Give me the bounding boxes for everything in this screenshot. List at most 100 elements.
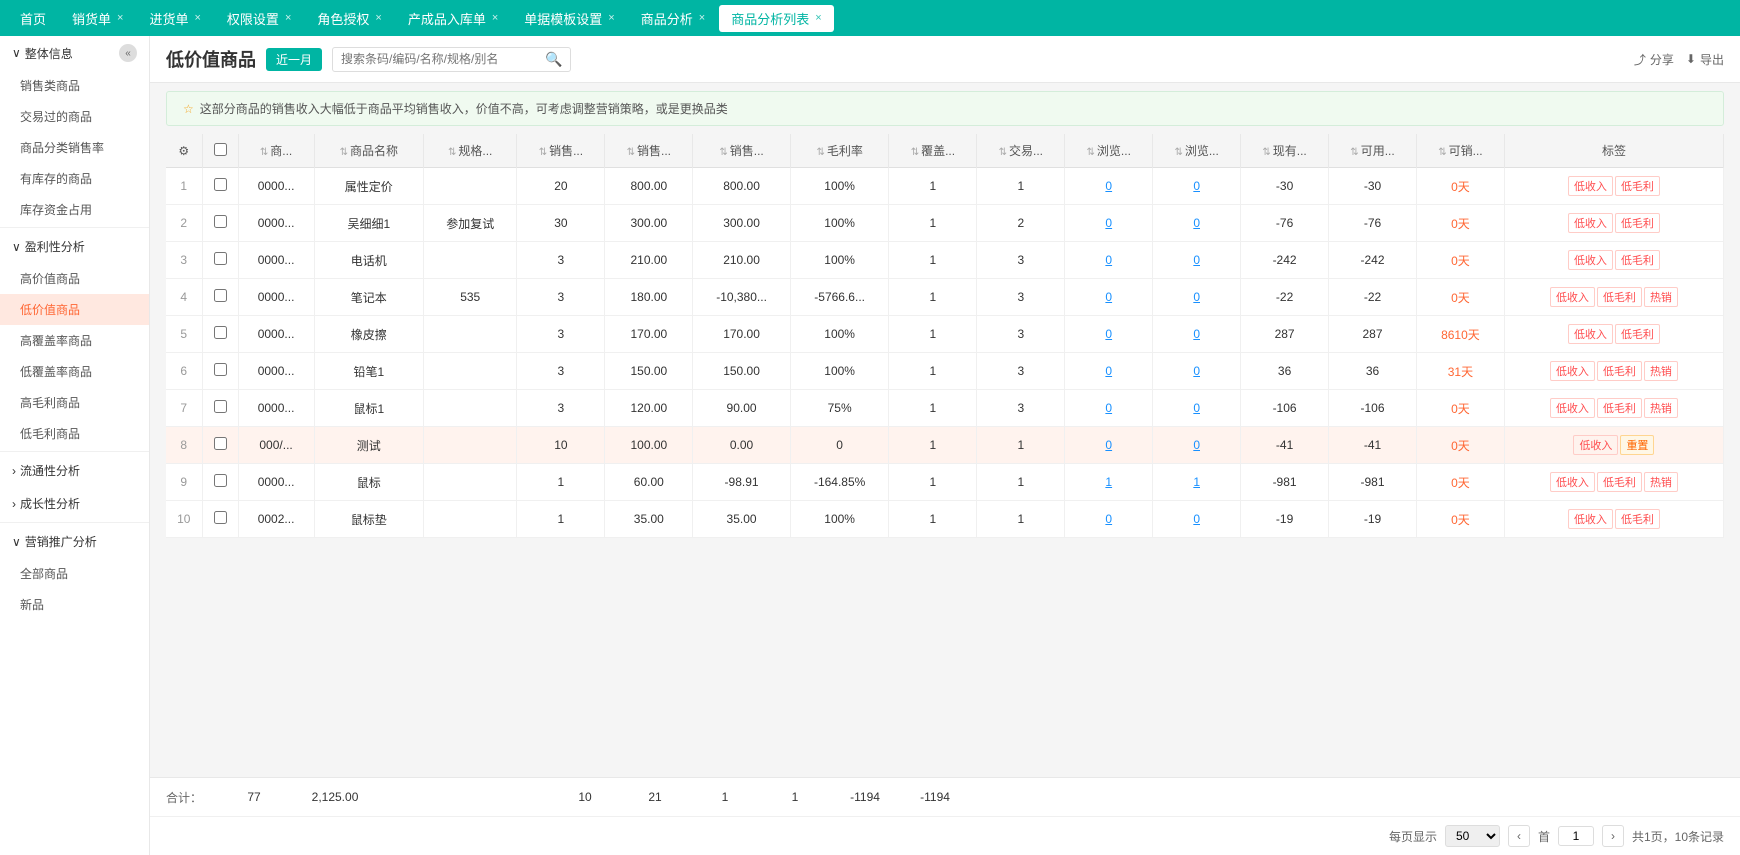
nav-product-analysis[interactable]: 商品分析 × bbox=[629, 5, 717, 32]
sidebar-item-low-margin[interactable]: 低毛利商品 bbox=[0, 418, 149, 449]
row-checkbox[interactable] bbox=[214, 178, 227, 191]
table-container[interactable]: ⚙ ⇅商... ⇅商品名称 ⇅规格... ⇅销售... ⇅销售... ⇅销售..… bbox=[150, 134, 1740, 777]
nav-close-icon[interactable]: × bbox=[815, 12, 821, 24]
nav-role-auth[interactable]: 角色授权 × bbox=[305, 5, 393, 32]
search-icon[interactable]: 🔍 bbox=[545, 51, 562, 68]
sidebar-section-profit[interactable]: ∨ 盈利性分析 bbox=[0, 230, 149, 263]
sidebar-item-low-value[interactable]: 低价值商品 bbox=[0, 294, 149, 325]
browse-link[interactable]: 0 bbox=[1193, 438, 1200, 452]
browse-link[interactable]: 0 bbox=[1193, 216, 1200, 230]
row-checkbox-cell[interactable] bbox=[202, 353, 238, 390]
browse-link[interactable]: 0 bbox=[1105, 327, 1112, 341]
nav-sales-order[interactable]: 销货单 × bbox=[60, 5, 135, 32]
row-checkbox-cell[interactable] bbox=[202, 242, 238, 279]
row-checkbox[interactable] bbox=[214, 437, 227, 450]
browse-link[interactable]: 0 bbox=[1105, 290, 1112, 304]
browse-link[interactable]: 0 bbox=[1193, 364, 1200, 378]
row-checkbox[interactable] bbox=[214, 215, 227, 228]
cell-trade: 1 bbox=[977, 168, 1065, 205]
sidebar-section-marketing[interactable]: ∨ 营销推广分析 bbox=[0, 525, 149, 558]
cell-browse1[interactable]: 1 bbox=[1065, 464, 1153, 501]
browse-link[interactable]: 0 bbox=[1105, 253, 1112, 267]
nav-product-warehousing[interactable]: 产成品入库单 × bbox=[396, 5, 510, 32]
row-checkbox[interactable] bbox=[214, 289, 227, 302]
sidebar-item-inventory-capital[interactable]: 库存资金占用 bbox=[0, 194, 149, 225]
sidebar-section-general[interactable]: ∨ 整体信息 « bbox=[0, 36, 149, 70]
sidebar-item-in-stock-goods[interactable]: 有库存的商品 bbox=[0, 163, 149, 194]
nav-purchase-order[interactable]: 进货单 × bbox=[137, 5, 212, 32]
nav-close-icon[interactable]: × bbox=[608, 12, 614, 24]
cell-browse1[interactable]: 0 bbox=[1065, 279, 1153, 316]
browse-link[interactable]: 0 bbox=[1193, 290, 1200, 304]
nav-template-settings[interactable]: 单据模板设置 × bbox=[512, 5, 626, 32]
col-settings[interactable]: ⚙ bbox=[166, 134, 202, 168]
cell-browse1[interactable]: 0 bbox=[1065, 501, 1153, 538]
cell-browse1[interactable]: 0 bbox=[1065, 353, 1153, 390]
cell-browse1[interactable]: 0 bbox=[1065, 316, 1153, 353]
sidebar-item-high-coverage[interactable]: 高覆盖率商品 bbox=[0, 325, 149, 356]
sidebar-item-new-goods[interactable]: 新品 bbox=[0, 589, 149, 620]
sidebar-item-all-goods[interactable]: 全部商品 bbox=[0, 558, 149, 589]
select-all-checkbox[interactable] bbox=[214, 143, 227, 156]
per-page-select[interactable]: 50 100 200 bbox=[1445, 825, 1500, 847]
browse-link[interactable]: 0 bbox=[1193, 179, 1200, 193]
browse-link[interactable]: 0 bbox=[1193, 327, 1200, 341]
browse-link[interactable]: 0 bbox=[1193, 253, 1200, 267]
nav-close-icon[interactable]: × bbox=[117, 12, 123, 24]
browse-link[interactable]: 0 bbox=[1193, 401, 1200, 415]
cell-browse1[interactable]: 0 bbox=[1065, 242, 1153, 279]
sidebar-item-high-value[interactable]: 高价值商品 bbox=[0, 263, 149, 294]
row-checkbox-cell[interactable] bbox=[202, 279, 238, 316]
collapse-button[interactable]: « bbox=[119, 44, 137, 62]
nav-close-icon[interactable]: × bbox=[194, 12, 200, 24]
nav-close-icon[interactable]: × bbox=[492, 12, 498, 24]
browse-link[interactable]: 0 bbox=[1193, 512, 1200, 526]
browse-link[interactable]: 0 bbox=[1105, 512, 1112, 526]
row-checkbox[interactable] bbox=[214, 511, 227, 524]
col-checkbox[interactable] bbox=[202, 134, 238, 168]
search-input[interactable] bbox=[341, 52, 541, 66]
nav-close-icon[interactable]: × bbox=[375, 12, 381, 24]
browse-link[interactable]: 1 bbox=[1105, 475, 1112, 489]
cell-browse1[interactable]: 0 bbox=[1065, 390, 1153, 427]
export-button[interactable]: ⬇ 导出 bbox=[1686, 51, 1724, 68]
sidebar-item-sales-goods[interactable]: 销售类商品 bbox=[0, 70, 149, 101]
sidebar-item-traded-goods[interactable]: 交易过的商品 bbox=[0, 101, 149, 132]
browse-link[interactable]: 0 bbox=[1105, 401, 1112, 415]
row-checkbox[interactable] bbox=[214, 326, 227, 339]
row-checkbox[interactable] bbox=[214, 474, 227, 487]
row-checkbox[interactable] bbox=[214, 363, 227, 376]
share-button[interactable]: ⤴ 分享 bbox=[1634, 51, 1674, 68]
first-page-button[interactable]: ‹ bbox=[1508, 825, 1530, 847]
row-checkbox-cell[interactable] bbox=[202, 316, 238, 353]
row-checkbox-cell[interactable] bbox=[202, 390, 238, 427]
sidebar-item-category-sales-rate[interactable]: 商品分类销售率 bbox=[0, 132, 149, 163]
row-checkbox-cell[interactable] bbox=[202, 205, 238, 242]
nav-close-icon[interactable]: × bbox=[699, 12, 705, 24]
cell-browse1[interactable]: 0 bbox=[1065, 168, 1153, 205]
row-checkbox-cell[interactable] bbox=[202, 464, 238, 501]
nav-product-analysis-list[interactable]: 商品分析列表 × bbox=[719, 5, 833, 32]
browse-link[interactable]: 1 bbox=[1193, 475, 1200, 489]
browse-link[interactable]: 0 bbox=[1105, 216, 1112, 230]
browse-link[interactable]: 0 bbox=[1105, 438, 1112, 452]
row-checkbox[interactable] bbox=[214, 252, 227, 265]
date-filter-button[interactable]: 近一月 bbox=[266, 48, 322, 71]
nav-close-icon[interactable]: × bbox=[285, 12, 291, 24]
page-number-input[interactable] bbox=[1558, 826, 1594, 846]
sidebar-section-growth[interactable]: › 成长性分析 bbox=[0, 487, 149, 520]
next-page-button[interactable]: › bbox=[1602, 825, 1624, 847]
row-checkbox-cell[interactable] bbox=[202, 427, 238, 464]
nav-permission-settings[interactable]: 权限设置 × bbox=[215, 5, 303, 32]
cell-browse1[interactable]: 0 bbox=[1065, 205, 1153, 242]
cell-browse1[interactable]: 0 bbox=[1065, 427, 1153, 464]
sidebar-item-high-margin[interactable]: 高毛利商品 bbox=[0, 387, 149, 418]
browse-link[interactable]: 0 bbox=[1105, 179, 1112, 193]
row-checkbox-cell[interactable] bbox=[202, 501, 238, 538]
sidebar-section-flow[interactable]: › 流通性分析 bbox=[0, 454, 149, 487]
row-checkbox-cell[interactable] bbox=[202, 168, 238, 205]
row-checkbox[interactable] bbox=[214, 400, 227, 413]
browse-link[interactable]: 0 bbox=[1105, 364, 1112, 378]
nav-home[interactable]: 首页 bbox=[8, 5, 58, 32]
sidebar-item-low-coverage[interactable]: 低覆盖率商品 bbox=[0, 356, 149, 387]
